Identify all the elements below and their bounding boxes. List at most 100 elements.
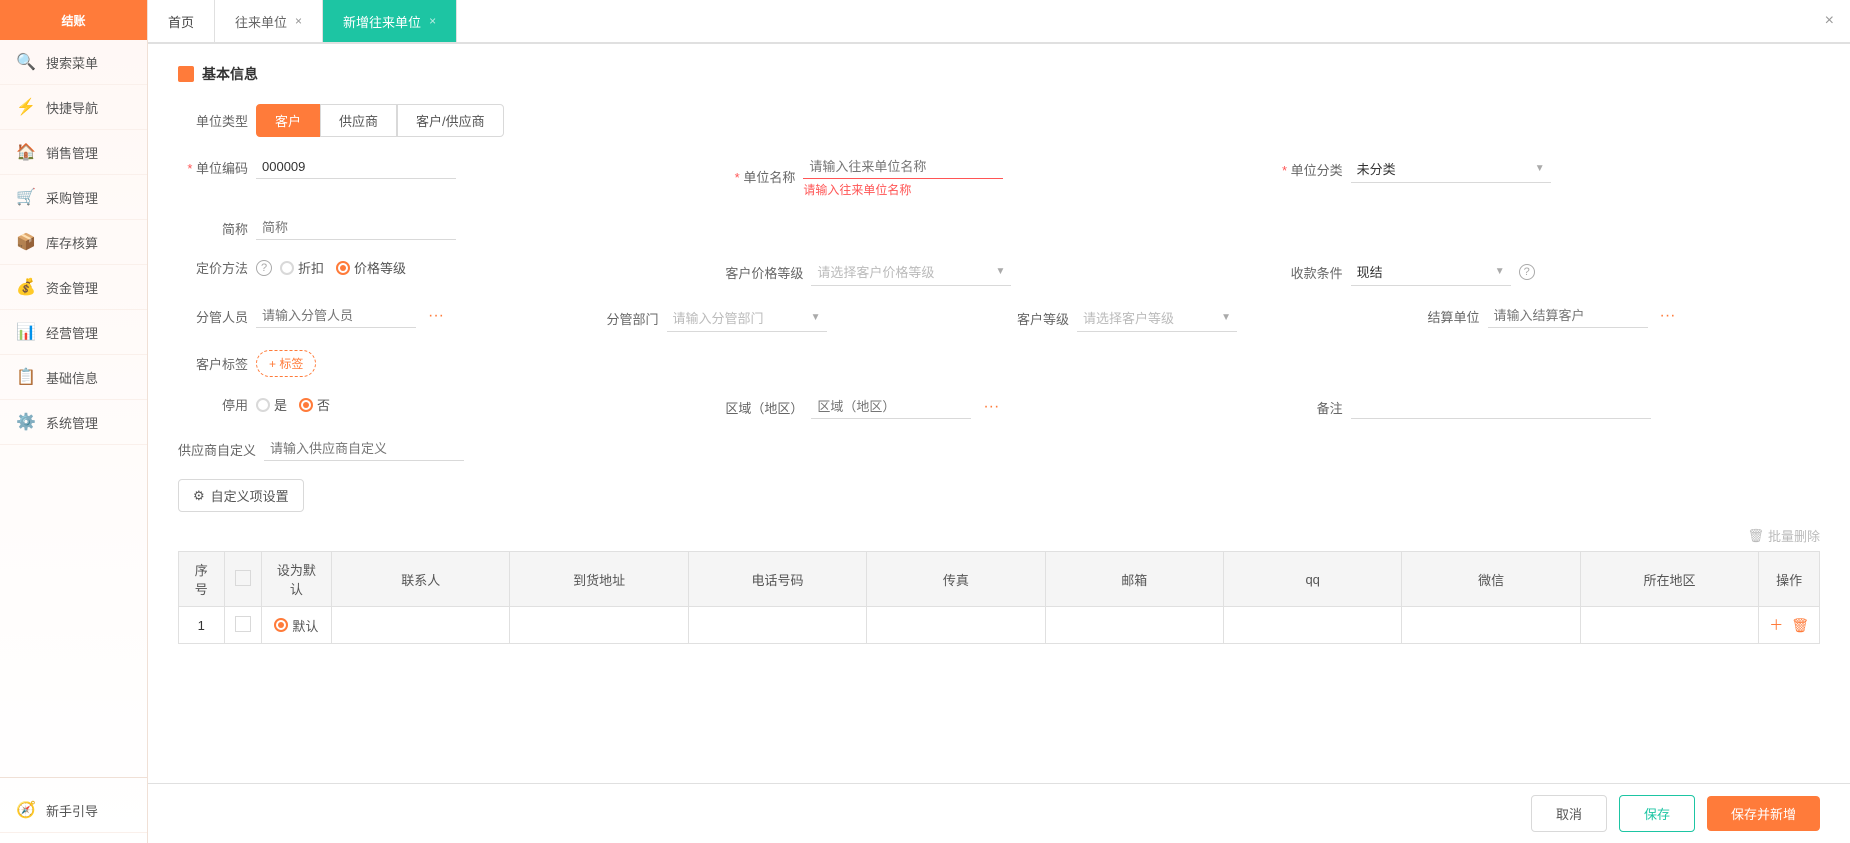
- row-checkbox[interactable]: [235, 616, 251, 632]
- td-contact[interactable]: [332, 607, 510, 644]
- disabled-yes-label: 是: [274, 395, 287, 414]
- save-button[interactable]: 保存: [1619, 795, 1695, 832]
- department-arrow: ▼: [811, 312, 821, 323]
- td-fax[interactable]: [867, 607, 1045, 644]
- sidebar-item-guide[interactable]: 🧭 新手引导: [0, 788, 147, 833]
- settlement-unit-input[interactable]: [1488, 304, 1648, 328]
- add-row-icon[interactable]: ＋: [1769, 615, 1783, 635]
- short-name-group: 简称: [178, 216, 1820, 240]
- pricing-level-radio[interactable]: [336, 261, 350, 275]
- disabled-yes-option[interactable]: 是: [256, 395, 287, 414]
- pricing-discount-option[interactable]: 折扣: [280, 258, 324, 277]
- unit-code-input[interactable]: [256, 155, 456, 179]
- department-select[interactable]: 请输入分管部门 ▼: [667, 304, 827, 332]
- batch-delete-label[interactable]: 批量删除: [1768, 526, 1820, 545]
- manager-dots[interactable]: ···: [424, 307, 448, 325]
- customer-level-placeholder: 请选择客户等级: [1083, 308, 1174, 327]
- tab-new-partner[interactable]: 新增往来单位 ×: [323, 0, 457, 42]
- unit-category-select[interactable]: 未分类 ▼: [1351, 155, 1551, 183]
- settlement-unit-dots[interactable]: ···: [1656, 307, 1680, 325]
- email-input[interactable]: [1056, 618, 1213, 633]
- th-email: 邮箱: [1045, 552, 1223, 607]
- th-contact: 联系人: [332, 552, 510, 607]
- sidebar-item-finance[interactable]: 💰 资金管理: [0, 265, 147, 310]
- qq-input[interactable]: [1234, 618, 1392, 633]
- disabled-no-option[interactable]: 否: [299, 395, 330, 414]
- unit-code-label: 单位编码: [178, 158, 248, 177]
- td-phone[interactable]: [688, 607, 866, 644]
- customer-level-select[interactable]: 请选择客户等级 ▼: [1077, 304, 1237, 332]
- save-new-button[interactable]: 保存并新增: [1707, 796, 1820, 831]
- gear-icon: ⚙: [193, 488, 205, 504]
- customer-level-group: 客户等级 请选择客户等级 ▼: [999, 304, 1410, 332]
- sidebar-item-quicknav[interactable]: ⚡ 快捷导航: [0, 85, 147, 130]
- tab-partners[interactable]: 往来单位 ×: [215, 0, 323, 42]
- customer-price-level-label: 客户价格等级: [725, 263, 803, 282]
- pricing-row: 定价方法 ? 折扣 价格等级 客户价格等级 请选择客户价格等级: [178, 258, 1820, 286]
- short-name-label: 简称: [178, 219, 248, 238]
- td-wechat[interactable]: [1402, 607, 1580, 644]
- unit-btn-customer[interactable]: 客户: [256, 104, 320, 137]
- short-name-input[interactable]: [256, 216, 456, 240]
- tab-bar: 首页 往来单位 × 新增往来单位 × ×: [148, 0, 1850, 44]
- sidebar-item-purchase[interactable]: 🛒 采购管理: [0, 175, 147, 220]
- tab-home[interactable]: 首页: [148, 0, 215, 42]
- quicknav-icon: ⚡: [16, 97, 36, 117]
- td-address[interactable]: [510, 607, 688, 644]
- default-radio[interactable]: [274, 618, 288, 632]
- add-tag-button[interactable]: + 标签: [256, 350, 316, 377]
- sidebar-item-inventory[interactable]: 📦 库存核算: [0, 220, 147, 265]
- phone-input[interactable]: [699, 618, 856, 633]
- sidebar-item-label: 系统管理: [46, 413, 98, 432]
- tab-partners-close[interactable]: ×: [295, 14, 302, 28]
- sidebar-item-sales[interactable]: 🏠 销售管理: [0, 130, 147, 175]
- sidebar-item-search[interactable]: 🔍 搜索菜单: [0, 40, 147, 85]
- supplier-custom-group: 供应商自定义: [178, 437, 1820, 461]
- disabled-yes-radio[interactable]: [256, 398, 270, 412]
- sidebar-item-label: 库存核算: [46, 233, 98, 252]
- td-qq[interactable]: [1223, 607, 1402, 644]
- supplier-custom-input[interactable]: [264, 437, 464, 461]
- add-tag-label: + 标签: [269, 355, 303, 372]
- region-input[interactable]: [811, 395, 971, 419]
- tab-bar-close[interactable]: ×: [1809, 0, 1850, 42]
- pricing-level-option[interactable]: 价格等级: [336, 258, 406, 277]
- region-table-input[interactable]: [1591, 618, 1748, 633]
- sidebar-item-label: 资金管理: [46, 278, 98, 297]
- pricing-discount-radio[interactable]: [280, 261, 294, 275]
- remark-input[interactable]: [1351, 395, 1651, 419]
- default-radio-option[interactable]: 默认: [272, 616, 322, 635]
- custom-settings-button[interactable]: ⚙ 自定义项设置: [178, 479, 304, 512]
- th-no: 序号: [179, 552, 225, 607]
- disabled-no-radio[interactable]: [299, 398, 313, 412]
- address-input[interactable]: [520, 618, 677, 633]
- pricing-help-icon[interactable]: ?: [256, 260, 272, 276]
- unit-name-input[interactable]: [803, 155, 1003, 179]
- td-email[interactable]: [1045, 607, 1223, 644]
- contact-input[interactable]: [342, 618, 499, 633]
- sidebar: 结账 🔍 搜索菜单 ⚡ 快捷导航 🏠 销售管理 🛒 采购管理 📦 库存核算 💰 …: [0, 0, 148, 843]
- pricing-label: 定价方法: [178, 258, 248, 277]
- customer-price-level-select[interactable]: 请选择客户价格等级 ▼: [811, 258, 1011, 286]
- sidebar-item-operations[interactable]: 📊 经营管理: [0, 310, 147, 355]
- sidebar-item-basic[interactable]: 📋 基础信息: [0, 355, 147, 400]
- wechat-input[interactable]: [1412, 618, 1569, 633]
- section-header: 基本信息: [178, 64, 1820, 84]
- tab-new-partner-close[interactable]: ×: [429, 14, 436, 28]
- footer-bar: 取消 保存 保存并新增: [148, 783, 1850, 843]
- payment-terms-select[interactable]: 现结 ▼: [1351, 258, 1511, 286]
- manager-label: 分管人员: [178, 307, 248, 326]
- payment-terms-value: 现结: [1357, 262, 1383, 281]
- td-region[interactable]: [1580, 607, 1758, 644]
- sidebar-item-system[interactable]: ⚙️ 系统管理: [0, 400, 147, 445]
- payment-terms-help-icon[interactable]: ?: [1519, 264, 1535, 280]
- unit-btn-supplier[interactable]: 供应商: [320, 104, 397, 137]
- manager-input[interactable]: [256, 304, 416, 328]
- delete-row-icon[interactable]: 🗑: [1791, 617, 1809, 634]
- fax-input[interactable]: [877, 618, 1034, 633]
- unit-btn-both[interactable]: 客户/供应商: [397, 104, 504, 137]
- select-all-checkbox[interactable]: [235, 570, 251, 586]
- cancel-button[interactable]: 取消: [1531, 795, 1607, 832]
- td-actions: ＋ 🗑: [1759, 607, 1820, 644]
- region-dots[interactable]: ···: [979, 398, 1003, 416]
